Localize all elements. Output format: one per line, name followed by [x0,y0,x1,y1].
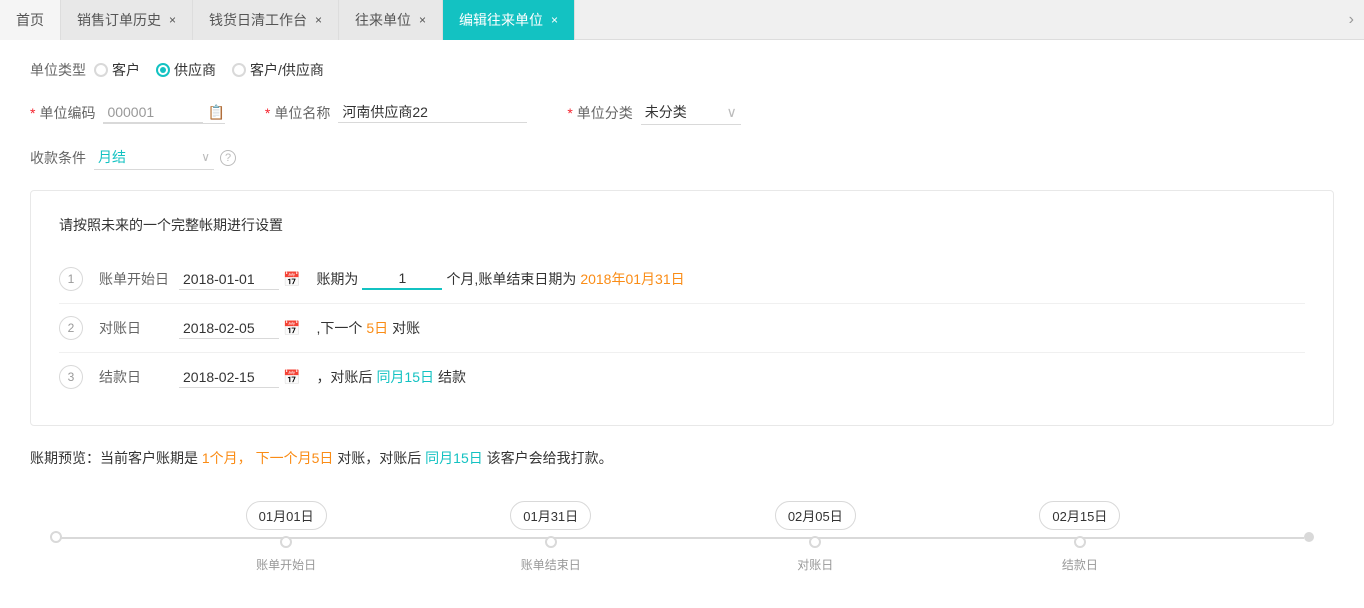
row-3-desc: ，对账后 同月15日 结款 [316,367,466,387]
payment-select[interactable]: 月结 ∨ [94,145,214,170]
pay-date-input[interactable] [179,367,279,388]
radio-customer[interactable]: 客户 [94,60,140,80]
close-icon[interactable]: × [551,14,558,26]
preview-section: 账期预览：当前客户账期是 1个月， 下一个月5日 对账，对账后 同月15日 该客… [30,446,1334,583]
settings-panel: 请按照未来的一个完整帐期进行设置 1 账单开始日 📅 账期为 个月,账单结束日期… [30,190,1334,426]
row-label-2: 对账日 [99,318,179,338]
check-date-input[interactable] [179,318,279,339]
radio-both[interactable]: 客户/供应商 [232,60,324,80]
calendar-icon[interactable]: 📅 [283,320,300,337]
start-date-input[interactable] [179,269,279,290]
chevron-down-icon: ∨ [201,150,210,164]
pay-date-field: 📅 [179,367,300,388]
close-icon[interactable]: × [315,14,322,26]
help-icon[interactable]: ? [220,150,236,166]
copy-icon[interactable]: 📋 [207,104,224,121]
timeline-row-2: 2 对账日 📅 ,下一个 5日 对账 [59,304,1305,353]
tab-sales-history[interactable]: 销售订单历史 × [61,0,193,40]
row-label-1: 账单开始日 [99,269,179,289]
code-label: 单位编码 [39,103,95,123]
period-input[interactable] [362,268,442,290]
tab-edit-partner[interactable]: 编辑往来单位 × [443,0,575,40]
timeline-point-1: 01月01日 账单开始日 [246,501,327,573]
check-date-field: 📅 [179,318,300,339]
timeline-row-3: 3 结款日 📅 ，对账后 同月15日 结款 [59,353,1305,401]
classify-select[interactable]: 未分类 ∨ [641,100,741,125]
classify-value: 未分类 [645,102,719,122]
calendar-icon[interactable]: 📅 [283,369,300,386]
tab-partner[interactable]: 往来单位 × [339,0,443,40]
timeline-row-1: 1 账单开始日 📅 账期为 个月,账单结束日期为 2018年01月31日 [59,255,1305,304]
payment-value: 月结 [98,147,195,167]
timeline-end-dot [1304,532,1314,542]
radio-group: 客户 供应商 客户/供应商 [94,60,324,80]
close-icon[interactable]: × [169,14,176,26]
chevron-down-icon: ∨ [727,104,737,121]
radio-supplier[interactable]: 供应商 [156,60,216,80]
timeline-point-3: 02月05日 对账日 [775,501,856,573]
row-label-3: 结款日 [99,367,179,387]
row-1-desc: 账期为 个月,账单结束日期为 2018年01月31日 [316,268,684,290]
row-num-2: 2 [59,316,83,340]
timeline-point-2: 01月31日 账单结束日 [510,501,591,573]
content-area: 单位类型 客户 供应商 客户/供应商 * 单位编码 [0,40,1364,608]
code-input[interactable] [103,102,203,123]
row-2-desc: ,下一个 5日 对账 [316,318,420,338]
close-icon[interactable]: × [419,14,426,26]
calendar-icon[interactable]: 📅 [283,271,300,288]
timeline-point-4: 02月15日 结款日 [1039,501,1120,573]
panel-title: 请按照未来的一个完整帐期进行设置 [59,215,1305,235]
row-num-1: 1 [59,267,83,291]
payment-label: 收款条件 [30,148,86,168]
timeline-start-dot [50,531,62,543]
timeline-bar: 01月01日 账单开始日 01月31日 账单结束日 02月05日 对账日 02月… [30,491,1334,583]
classify-label: 单位分类 [577,103,633,123]
tab-cash-work[interactable]: 钱货日清工作台 × [193,0,339,40]
unit-type-label: 单位类型 [30,60,86,80]
name-label: 单位名称 [274,103,330,123]
row-num-3: 3 [59,365,83,389]
name-input[interactable] [338,102,527,123]
preview-text: 账期预览：当前客户账期是 1个月， 下一个月5日 对账，对账后 同月15日 该客… [30,446,1334,471]
tab-nav-arrow[interactable]: › [1339,11,1364,29]
tab-bar: 首页 销售订单历史 × 钱货日清工作台 × 往来单位 × 编辑往来单位 × › [0,0,1364,40]
start-date-field: 📅 [179,269,300,290]
tab-home[interactable]: 首页 [0,0,61,40]
code-input-wrapper: 📋 [103,102,224,124]
